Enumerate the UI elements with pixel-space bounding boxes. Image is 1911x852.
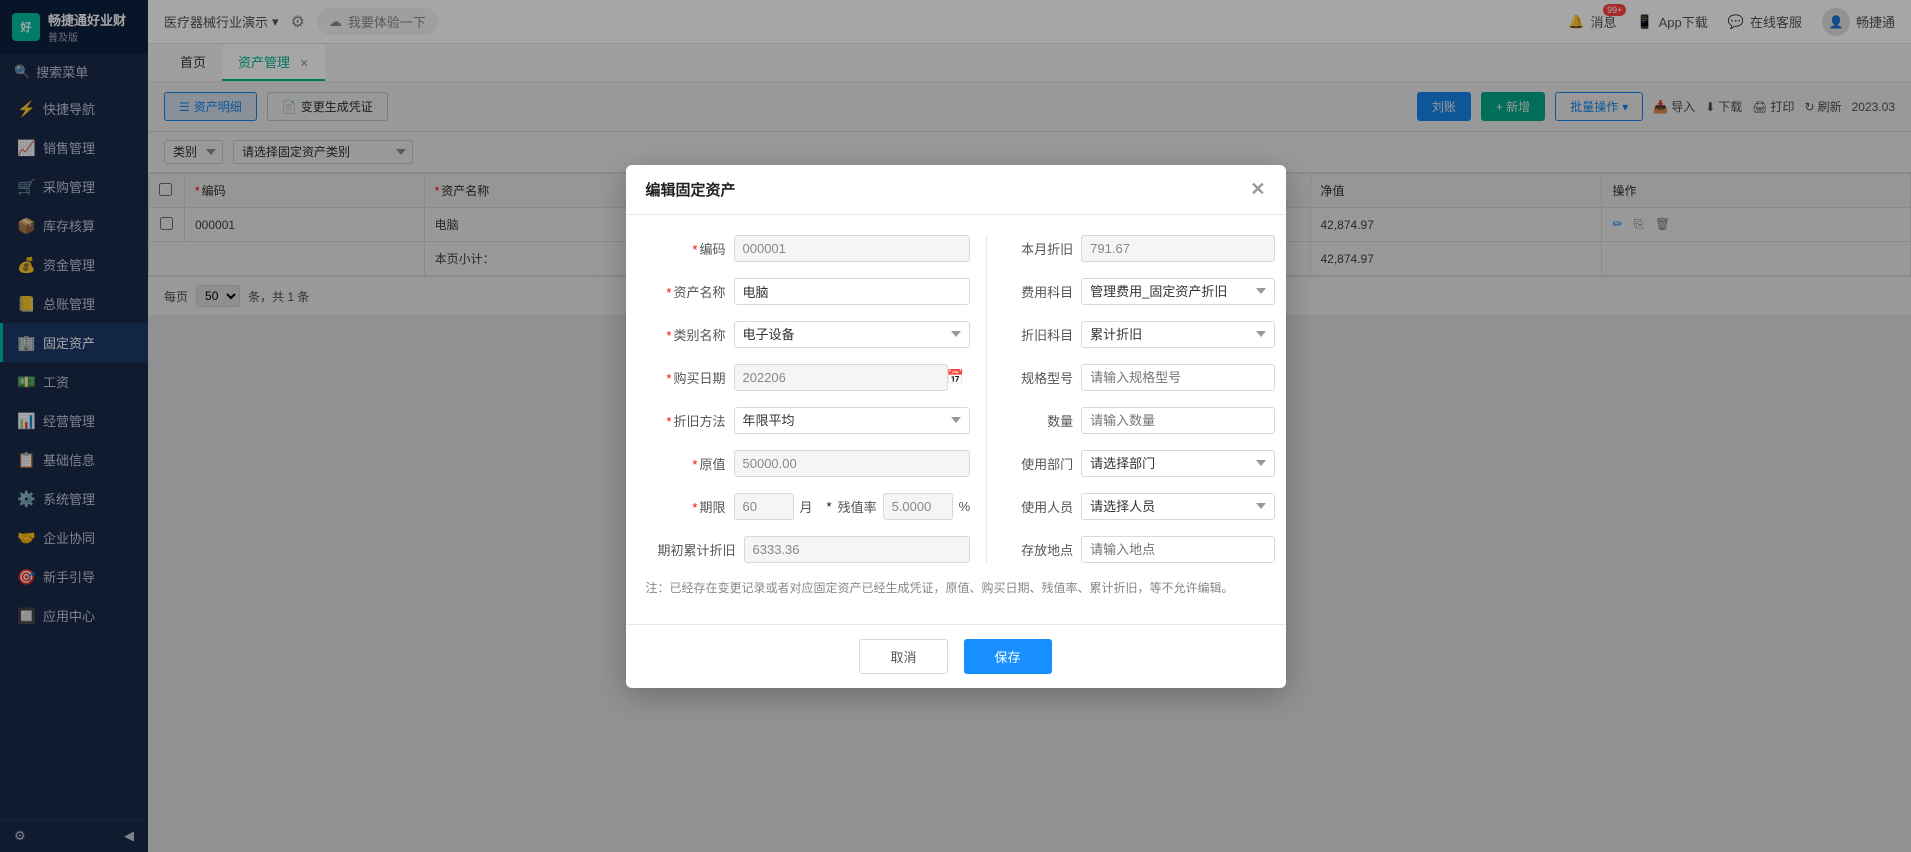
form-row-department: 使用部门 请选择部门 xyxy=(1003,450,1275,477)
expense-account-select[interactable]: 管理费用_固定资产折旧 xyxy=(1081,278,1275,305)
user-label-field: 使用人员 xyxy=(1003,497,1073,516)
asset-name-input[interactable] xyxy=(734,278,971,305)
depreciation-account-wrap: 累计折旧 xyxy=(1081,321,1275,348)
monthly-depreciation-input xyxy=(1081,235,1275,262)
asset-name-label: *资产名称 xyxy=(646,282,726,301)
user-select[interactable]: 请选择人员 xyxy=(1081,493,1275,520)
form-row-quantity: 数量 xyxy=(1003,407,1275,434)
modal-title: 编辑固定资产 xyxy=(646,179,736,200)
category-select-wrap: 电子设备 xyxy=(734,321,971,348)
depreciation-method-select[interactable]: 年限平均 xyxy=(734,407,971,434)
modal-footer: 取消 保存 xyxy=(626,624,1286,688)
form-row-depreciation-method: *折旧方法 年限平均 xyxy=(646,407,971,434)
original-value-input[interactable] xyxy=(734,450,971,477)
category-label: *类别名称 xyxy=(646,325,726,344)
modal-overlay: 编辑固定资产 ✕ *编码 *资产名称 xyxy=(0,0,1911,852)
edit-asset-modal: 编辑固定资产 ✕ *编码 *资产名称 xyxy=(626,165,1286,688)
form-row-asset-name: *资产名称 xyxy=(646,278,971,305)
depreciation-account-label: 折旧科目 xyxy=(1003,325,1073,344)
period-unit: 月 xyxy=(800,497,813,516)
form-row-initial-accumulated: 期初累计折旧 xyxy=(646,536,971,563)
expense-account-wrap: 管理费用_固定资产折旧 xyxy=(1081,278,1275,305)
location-input[interactable] xyxy=(1081,536,1275,563)
code-input[interactable] xyxy=(734,235,971,262)
salvage-rate-label: 残值率 xyxy=(838,497,877,516)
monthly-depreciation-label: 本月折旧 xyxy=(1003,239,1073,258)
expense-account-label: 费用科目 xyxy=(1003,282,1073,301)
form-row-period: *期限 月 * 残值率 % xyxy=(646,493,971,520)
form-row-depreciation-account: 折旧科目 累计折旧 xyxy=(1003,321,1275,348)
period-label: *期限 xyxy=(646,497,726,516)
quantity-label: 数量 xyxy=(1003,411,1073,430)
modal-note: 注：已经存在变更记录或者对应固定资产已经生成凭证，原值、购买日期、残值率、累计折… xyxy=(646,571,1266,604)
salvage-rate-unit: % xyxy=(959,499,971,514)
form-row-spec: 规格型号 xyxy=(1003,364,1275,391)
cancel-button[interactable]: 取消 xyxy=(859,639,947,674)
category-select[interactable]: 电子设备 xyxy=(734,321,971,348)
form-row-monthly-depreciation: 本月折旧 xyxy=(1003,235,1275,262)
purchase-date-input[interactable] xyxy=(734,364,948,391)
period-group: 月 * 残值率 % xyxy=(734,493,971,520)
purchase-date-wrap: 📅 xyxy=(734,364,971,391)
form-row-location: 存放地点 xyxy=(1003,536,1275,563)
form-row-category: *类别名称 电子设备 xyxy=(646,321,971,348)
spec-input[interactable] xyxy=(1081,364,1275,391)
code-label: *编码 xyxy=(646,239,726,258)
modal-body: *编码 *资产名称 *类别名称 xyxy=(626,215,1286,624)
department-select[interactable]: 请选择部门 xyxy=(1081,450,1275,477)
depreciation-method-wrap: 年限平均 xyxy=(734,407,971,434)
form-row-original-value: *原值 xyxy=(646,450,971,477)
modal-close-button[interactable]: ✕ xyxy=(1250,180,1265,198)
initial-accumulated-input[interactable] xyxy=(744,536,971,563)
department-wrap: 请选择部门 xyxy=(1081,450,1275,477)
form-row-code: *编码 xyxy=(646,235,971,262)
save-button[interactable]: 保存 xyxy=(964,639,1052,674)
quantity-input[interactable] xyxy=(1081,407,1275,434)
user-wrap: 请选择人员 xyxy=(1081,493,1275,520)
period-input[interactable] xyxy=(734,493,794,520)
spec-label: 规格型号 xyxy=(1003,368,1073,387)
form-row-expense-account: 费用科目 管理费用_固定资产折旧 xyxy=(1003,278,1275,305)
original-value-label: *原值 xyxy=(646,454,726,473)
purchase-date-label: *购买日期 xyxy=(646,368,726,387)
department-label: 使用部门 xyxy=(1003,454,1073,473)
depreciation-method-label: *折旧方法 xyxy=(646,411,726,430)
depreciation-account-select[interactable]: 累计折旧 xyxy=(1081,321,1275,348)
salvage-rate-input[interactable] xyxy=(883,493,953,520)
form-row-user: 使用人员 请选择人员 xyxy=(1003,493,1275,520)
modal-header: 编辑固定资产 ✕ xyxy=(626,165,1286,215)
calendar-icon[interactable]: 📅 xyxy=(947,369,964,386)
form-row-purchase-date: *购买日期 📅 xyxy=(646,364,971,391)
initial-accumulated-label: 期初累计折旧 xyxy=(646,540,736,559)
location-label: 存放地点 xyxy=(1003,540,1073,559)
